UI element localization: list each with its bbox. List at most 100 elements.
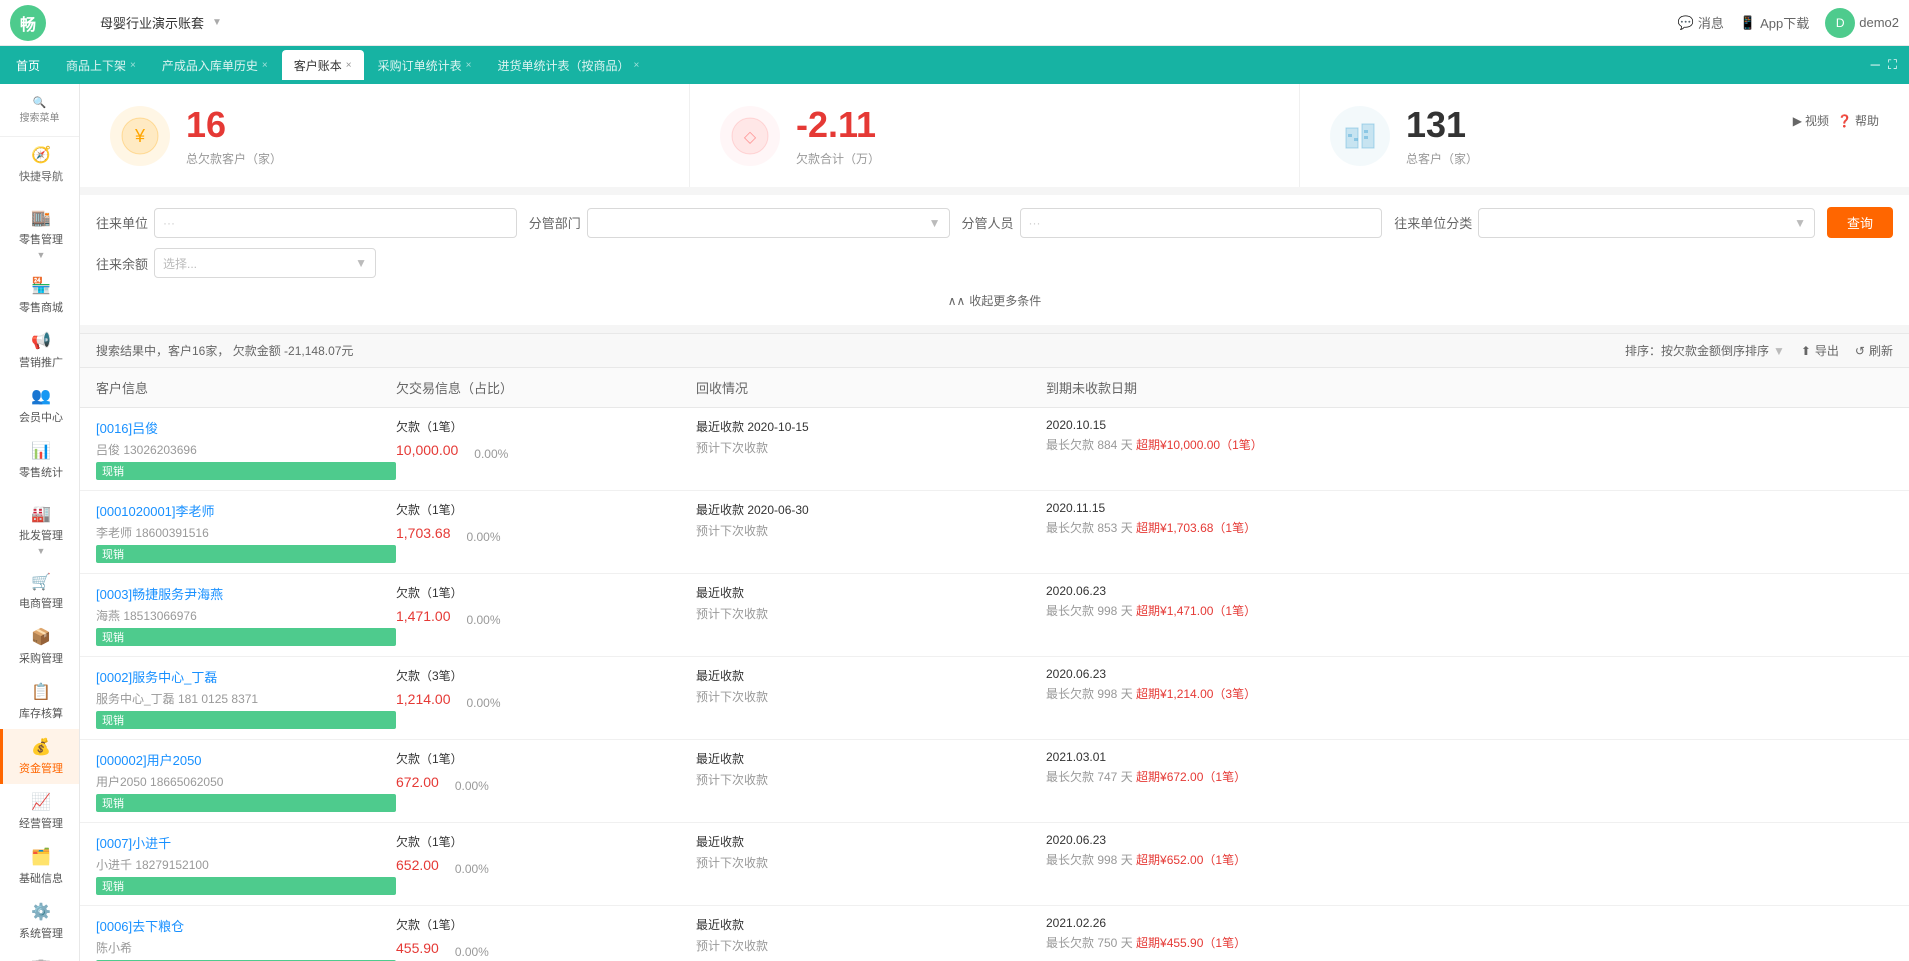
stat-label-debt: 欠款合计（万） — [796, 150, 880, 167]
window-maximize[interactable]: ⛶ — [1888, 57, 1897, 73]
app-download-btn[interactable]: 📱 App下载 — [1740, 13, 1809, 32]
view-btn[interactable]: ▶ 视频 — [1793, 112, 1829, 129]
payment-last-4: 最近收款 — [696, 667, 1046, 684]
overdue-days-6: 最长欠款 998 天 超期¥652.00（1笔） — [1046, 851, 1893, 868]
sidebar-item-ecommerce[interactable]: 🛒 电商管理 — [0, 564, 79, 619]
customer-name-5[interactable]: [000002]用户2050 — [96, 750, 396, 769]
debt-pct-5: 0.00% — [455, 779, 489, 793]
debt-count-3: 欠款（1笔） — [396, 584, 696, 601]
system-select-area[interactable]: 母婴行业演示账套 ▼ — [90, 13, 232, 32]
sidebar-item-base-info[interactable]: 🗂️ 基础信息 — [0, 839, 79, 894]
search-menu-btn[interactable]: 🔍 搜索菜单 — [4, 92, 75, 128]
tab-inventory-close[interactable]: × — [262, 60, 268, 71]
tab-account-close[interactable]: × — [346, 60, 352, 71]
tab-order-close[interactable]: × — [466, 60, 472, 71]
system-icon: ⚙️ — [31, 902, 51, 922]
payment-next-1: 预计下次收款 — [696, 439, 1046, 456]
results-text: 搜索结果中，客户16家 — [96, 344, 217, 358]
base-info-label: 基础信息 — [19, 870, 63, 886]
message-btn[interactable]: 💬 消息 — [1678, 13, 1724, 32]
debt-summary: 欠款金额 -21,148.07元 — [233, 344, 354, 358]
top-bar: 畅 母婴行业演示账套 ▼ 💬 消息 📱 App下载 D demo2 — [0, 0, 1909, 46]
sidebar-item-members[interactable]: 👥 会员中心 — [0, 378, 79, 433]
tab-account[interactable]: 客户账本 × — [282, 50, 364, 80]
sort-select[interactable]: 排序：按欠款金额倒序排序 ▼ — [1625, 342, 1785, 359]
search-button[interactable]: 查询 — [1827, 207, 1893, 238]
view-label: 视频 — [1805, 112, 1829, 129]
col-header-customer: 客户信息 — [96, 378, 396, 397]
overdue-info-1: 2020.10.15 最长欠款 884 天 超期¥10,000.00（1笔） — [1046, 418, 1893, 453]
tab-products[interactable]: 商品上下架 × — [54, 50, 148, 80]
tab-stats[interactable]: 进货单统计表（按商品） × — [485, 50, 651, 80]
person-input[interactable]: ··· — [1020, 208, 1383, 238]
sidebar-item-system[interactable]: ⚙️ 系统管理 — [0, 894, 79, 949]
sidebar-item-retail-mall[interactable]: 🏪 零售商城 — [0, 268, 79, 323]
tab-order[interactable]: 采购订单统计表 × — [366, 50, 484, 80]
tab-home-label: 首页 — [16, 57, 40, 74]
customer-name-4[interactable]: [0002]服务中心_丁磊 — [96, 667, 396, 686]
customer-name-7[interactable]: [0006]去下粮仓 — [96, 916, 396, 935]
overdue-days-5: 最长欠款 747 天 超期¥672.00（1笔） — [1046, 768, 1893, 785]
tab-inventory[interactable]: 产成品入库单历史 × — [150, 50, 280, 80]
system-name: 母婴行业演示账套 — [100, 13, 204, 32]
sidebar-item-purchase[interactable]: 📦 采购管理 — [0, 619, 79, 674]
help-btn[interactable]: ❓ 帮助 — [1837, 112, 1879, 129]
col-header-payment: 回收情况 — [696, 378, 1046, 397]
dept-input[interactable]: ▼ — [587, 208, 950, 238]
collapse-btn[interactable]: ∧∧ 收起更多条件 — [948, 288, 1042, 313]
sidebar-item-enterprise[interactable]: 🏢 企业协同 — [0, 949, 79, 961]
customer-info-3: [0003]畅捷服务尹海燕 海燕 18513066976 现销 — [96, 584, 396, 646]
filter-balance: 往来余额 选择... ▼ — [96, 248, 376, 278]
sidebar-item-warehouse[interactable]: 📋 库存核算 — [0, 674, 79, 729]
debt-count-4: 欠款（3笔） — [396, 667, 696, 684]
sidebar-item-quicknav[interactable]: 🧭 快捷导航 — [0, 137, 79, 192]
sidebar-item-retail-mgmt[interactable]: 🏬 零售管理 ▼ — [0, 200, 79, 268]
customer-name-1[interactable]: [0016]吕俊 — [96, 418, 396, 437]
help-label: 帮助 — [1855, 112, 1879, 129]
window-minimize[interactable]: ─ — [1871, 57, 1880, 73]
debt-pct-3: 0.00% — [467, 613, 501, 627]
payment-next-2: 预计下次收款 — [696, 522, 1046, 539]
export-btn[interactable]: ⬆ 导出 — [1801, 342, 1839, 359]
balance-input[interactable]: 选择... ▼ — [154, 248, 376, 278]
message-icon: 💬 — [1678, 15, 1694, 31]
sidebar-item-operations[interactable]: 📈 经营管理 — [0, 784, 79, 839]
dept-label: 分管部门 — [529, 213, 581, 232]
customer-name-2[interactable]: [0001020001]李老师 — [96, 501, 396, 520]
results-actions: 排序：按欠款金额倒序排序 ▼ ⬆ 导出 ↺ 刷新 — [1625, 342, 1893, 359]
customer-name-3[interactable]: [0003]畅捷服务尹海燕 — [96, 584, 396, 603]
debt-count-7: 欠款（1笔） — [396, 916, 696, 933]
help-icon: ❓ — [1837, 114, 1852, 128]
tab-stats-close[interactable]: × — [633, 60, 639, 71]
tab-products-close[interactable]: × — [130, 60, 136, 71]
user-area[interactable]: D demo2 — [1825, 8, 1899, 38]
source-unit-input[interactable]: ··· — [154, 208, 517, 238]
overdue-link-6[interactable]: 超期¥652.00（1笔） — [1136, 853, 1246, 867]
overdue-link-2[interactable]: 超期¥1,703.68（1笔） — [1136, 521, 1256, 535]
person-dots-icon: ··· — [1029, 216, 1041, 230]
sidebar-item-finance[interactable]: 💰 资金管理 — [0, 729, 79, 784]
overdue-info-2: 2020.11.15 最长欠款 853 天 超期¥1,703.68（1笔） — [1046, 501, 1893, 536]
overdue-days-4: 最长欠款 998 天 超期¥1,214.00（3笔） — [1046, 685, 1893, 702]
overdue-link-5[interactable]: 超期¥672.00（1笔） — [1136, 770, 1246, 784]
overdue-link-4[interactable]: 超期¥1,214.00（3笔） — [1136, 687, 1256, 701]
sidebar-item-marketing[interactable]: 📢 营销推广 — [0, 323, 79, 378]
ecommerce-label: 电商管理 — [19, 595, 63, 611]
payment-next-7: 预计下次收款 — [696, 937, 1046, 954]
overdue-link-3[interactable]: 超期¥1,471.00（1笔） — [1136, 604, 1256, 618]
customer-contact-6: 小进千 18279152100 — [96, 856, 396, 873]
debt-amount-3: 1,471.00 — [396, 608, 451, 624]
marketing-icon: 📢 — [31, 331, 51, 351]
overdue-link-7[interactable]: 超期¥455.90（1笔） — [1136, 936, 1246, 950]
customer-name-6[interactable]: [0007]小进千 — [96, 833, 396, 852]
payment-next-3: 预计下次收款 — [696, 605, 1046, 622]
sidebar-item-batch-mgmt[interactable]: 🏭 批发管理 ▼ — [0, 496, 79, 564]
sidebar-item-retail-stats[interactable]: 📊 零售统计 — [0, 433, 79, 488]
tab-home[interactable]: 首页 — [4, 50, 52, 80]
logo-area: 畅 — [10, 5, 90, 41]
overdue-link-1[interactable]: 超期¥10,000.00（1笔） — [1136, 438, 1263, 452]
stat-icon-customers: ¥ — [110, 106, 170, 166]
debt-count-6: 欠款（1笔） — [396, 833, 696, 850]
refresh-btn[interactable]: ↺ 刷新 — [1855, 342, 1893, 359]
source-category-input[interactable]: ▼ — [1478, 208, 1815, 238]
